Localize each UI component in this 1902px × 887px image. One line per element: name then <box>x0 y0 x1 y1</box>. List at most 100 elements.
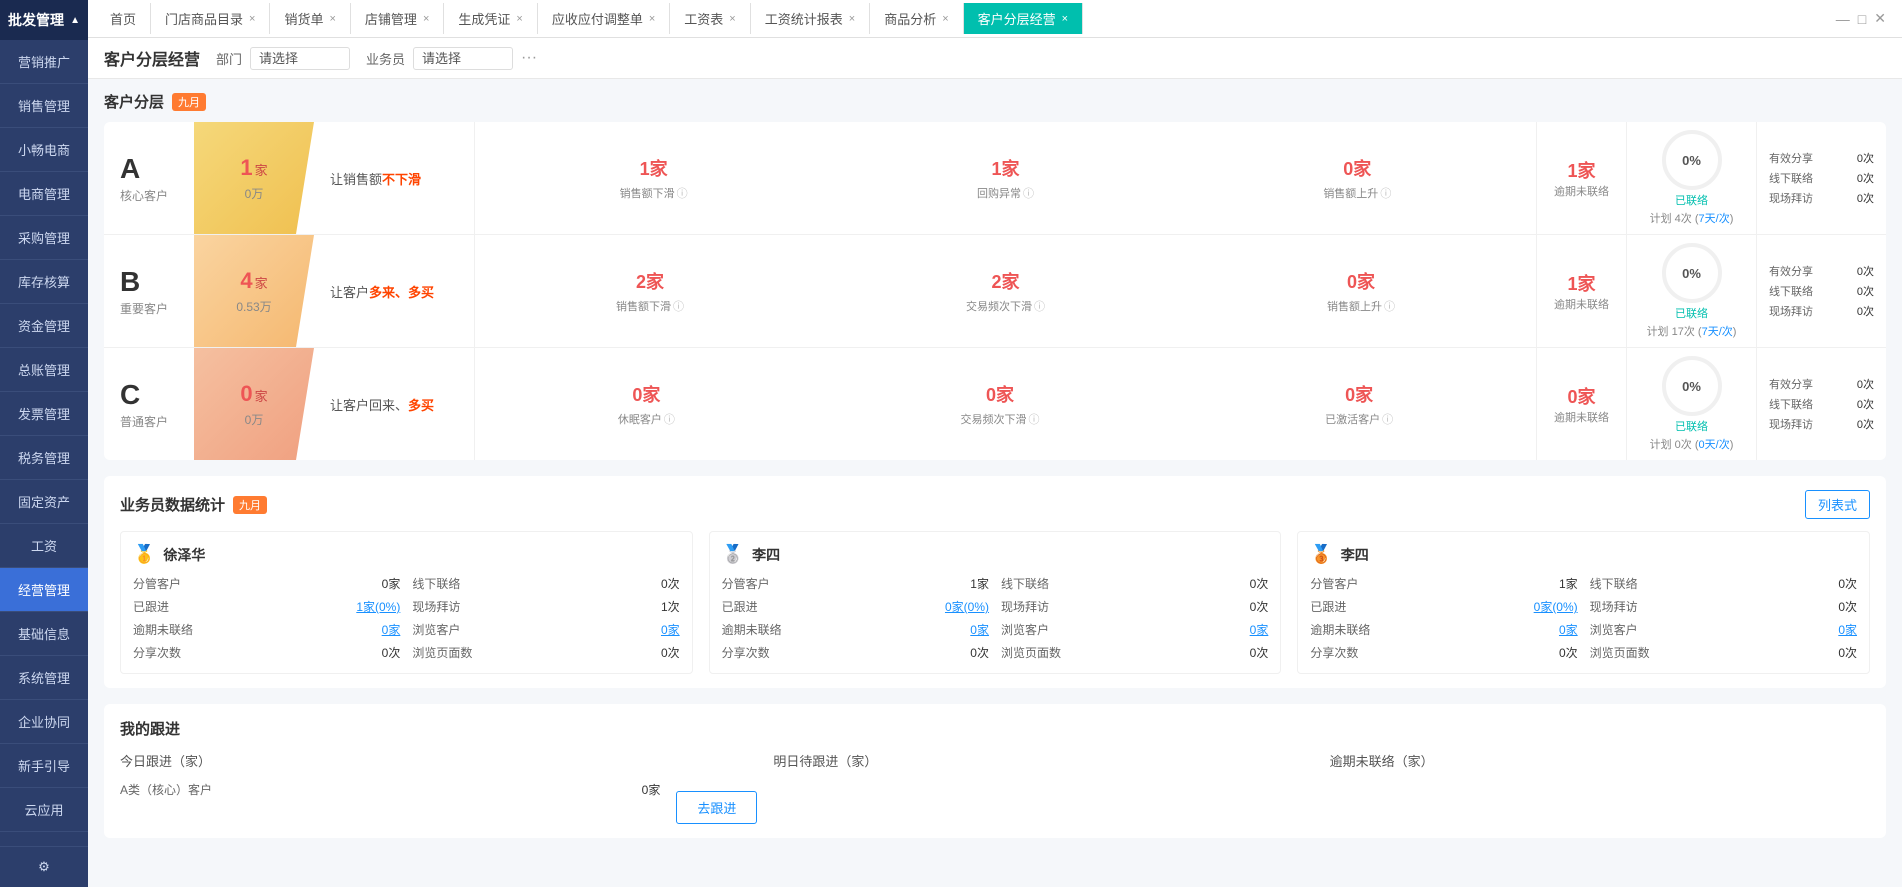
tier-contact-num-c: 0家 <box>1567 383 1595 409</box>
staff-stat-label-2-6: 分享次数 <box>1310 644 1358 661</box>
sidebar-item-dianshang[interactable]: 电商管理 <box>0 172 88 216</box>
window-minimize-icon[interactable]: — <box>1836 11 1850 27</box>
sidebar-item-xiaoshou[interactable]: 销售管理 <box>0 84 88 128</box>
tab-product[interactable]: 门店商品目录× <box>151 3 270 34</box>
plan-link-b[interactable]: 7天/次 <box>1702 326 1733 338</box>
staff-stat-label-2-0: 分管客户 <box>1310 575 1358 592</box>
staff-stat-val-2-4[interactable]: 0家 <box>1559 621 1578 638</box>
dept-label: 部门 <box>216 49 242 68</box>
sidebar-item-kucun[interactable]: 库存核算 <box>0 260 88 304</box>
sidebar-item-zongzhang[interactable]: 总账管理 <box>0 348 88 392</box>
sidebar-item-yun[interactable]: 云应用 <box>0 788 88 832</box>
sidebar-item-xinshou[interactable]: 新手引导 <box>0 744 88 788</box>
side-stat-label-c-1: 线下联络 <box>1769 396 1813 412</box>
sidebar-item-xiaodian[interactable]: 小畅电商 <box>0 128 88 172</box>
tab-home[interactable]: 首页 <box>96 3 151 34</box>
filter-more-icon[interactable]: ··· <box>521 49 537 67</box>
list-view-button[interactable]: 列表式 <box>1805 490 1870 519</box>
circle-pct-a: 0% <box>1682 153 1701 168</box>
tab-close-sales[interactable]: × <box>329 13 335 25</box>
tab-close-customer[interactable]: × <box>1062 13 1068 25</box>
staff-stat-val-2-5[interactable]: 0家 <box>1838 621 1857 638</box>
tier-row-a: A 核心客户 1 家 0万 让销售额不下滑 1家 销售额下滑 ⓘ <box>104 122 1886 235</box>
sidebar-item-fapiao[interactable]: 发票管理 <box>0 392 88 436</box>
info-icon[interactable]: ⓘ <box>1023 185 1034 201</box>
tab-close-product[interactable]: × <box>249 13 255 25</box>
info-icon[interactable]: ⓘ <box>1382 411 1393 427</box>
info-icon[interactable]: ⓘ <box>664 411 675 427</box>
sidebar-item-shuiwu[interactable]: 税务管理 <box>0 436 88 480</box>
dept-select[interactable]: 请选择 <box>250 47 350 70</box>
overdue-col: 逾期未联络（家） <box>1330 751 1870 778</box>
staff-stat-val-0-2[interactable]: 1家(0%) <box>356 598 400 615</box>
tab-goods[interactable]: 商品分析× <box>870 3 963 34</box>
tab-customer[interactable]: 客户分层经营× <box>964 3 1083 34</box>
tab-bar: 首页门店商品目录×销货单×店铺管理×生成凭证×应收应付调整单×工资表×工资统计报… <box>88 0 1902 38</box>
tier-contact-c: 0家 逾期未联络 <box>1536 348 1626 460</box>
tab-store[interactable]: 店铺管理× <box>351 3 444 34</box>
sidebar-settings[interactable]: ⚙ <box>0 846 88 887</box>
window-maximize-icon[interactable]: □ <box>1858 11 1866 27</box>
sidebar-item-xitong[interactable]: 系统管理 <box>0 656 88 700</box>
staff-stat-label-0-7: 浏览页面数 <box>412 644 472 661</box>
staff-badge-0: 🥇 <box>133 544 155 565</box>
tier-stat-num-b-0: 2家 <box>636 268 664 294</box>
info-icon[interactable]: ⓘ <box>1028 411 1039 427</box>
sidebar-item-gongzi[interactable]: 工资 <box>0 524 88 568</box>
sidebar-top[interactable]: 批发管理 ▲ <box>0 0 88 40</box>
tab-sales[interactable]: 销货单× <box>270 3 350 34</box>
info-icon[interactable]: ⓘ <box>673 298 684 314</box>
tab-salary_report[interactable]: 工资统计报表× <box>751 3 870 34</box>
tab-close-voucher[interactable]: × <box>516 13 522 25</box>
staff-stat-val-0-1: 0次 <box>661 575 680 592</box>
tab-close-store[interactable]: × <box>423 13 429 25</box>
tier-stat-a-0: 1家 销售额下滑 ⓘ <box>612 151 696 205</box>
staff-stat-val-0-5[interactable]: 0家 <box>661 621 680 638</box>
sidebar-collapse-icon[interactable]: ▲ <box>70 15 80 26</box>
tab-voucher[interactable]: 生成凭证 × <box>444 3 537 34</box>
staff-stat-right-2-4: 浏览客户 0家 <box>1590 621 1857 638</box>
tier-letter-a: A <box>120 153 140 185</box>
staff-stat-label-1-6: 分享次数 <box>722 644 770 661</box>
tab-close-receivable[interactable]: × <box>649 13 655 25</box>
tier-name-b: 重要客户 <box>120 300 168 317</box>
staff-select[interactable]: 请选择 <box>413 47 513 70</box>
staff-stat-val-2-2[interactable]: 0家(0%) <box>1534 598 1578 615</box>
staff-stat-right-1-0: 线下联络 0次 <box>1001 575 1268 592</box>
sidebar-item-jichu[interactable]: 基础信息 <box>0 612 88 656</box>
tier-stats-b: 2家 销售额下滑 ⓘ 2家 交易频次下滑 ⓘ 0家 <box>474 235 1536 347</box>
staff-stat-left-0-2: 已跟进 1家(0%) <box>133 598 400 615</box>
tier-stat-label-b-2: 销售额上升 ⓘ <box>1327 298 1395 314</box>
tab-close-goods[interactable]: × <box>942 13 948 25</box>
info-icon[interactable]: ⓘ <box>677 185 688 201</box>
sidebar-item-qiye[interactable]: 企业协同 <box>0 700 88 744</box>
staff-stat-val-1-2[interactable]: 0家(0%) <box>945 598 989 615</box>
sidebar-item-gudingzichan[interactable]: 固定资产 <box>0 480 88 524</box>
info-icon[interactable]: ⓘ <box>1384 298 1395 314</box>
tier-stat-c-1: 0家 交易频次下滑 ⓘ <box>952 377 1047 431</box>
staff-stat-val-0-4[interactable]: 0家 <box>382 621 401 638</box>
tab-receivable[interactable]: 应收应付调整单× <box>538 3 670 34</box>
sidebar-item-yingxiao[interactable]: 营销推广 <box>0 40 88 84</box>
staff-card-1: 🥈 李四 分管客户 1家 线下联络 0次 已跟进 0家(0%) 现场拜访 <box>709 531 1282 674</box>
tab-close-salary_report[interactable]: × <box>849 13 855 25</box>
plan-link-a[interactable]: 7天/次 <box>1699 213 1730 225</box>
window-close-icon[interactable]: ✕ <box>1874 10 1886 27</box>
sidebar-item-caigou[interactable]: 采购管理 <box>0 216 88 260</box>
tier-stat-label-b-0: 销售额下滑 ⓘ <box>616 298 684 314</box>
info-icon[interactable]: ⓘ <box>1380 185 1391 201</box>
tab-salary[interactable]: 工资表× <box>670 3 750 34</box>
content-area: 客户分层 九月 A 核心客户 1 家 0万 让销售额不下滑 1家 销售额下滑 <box>88 79 1902 887</box>
staff-stat-right-2-2: 现场拜访 0次 <box>1590 598 1857 615</box>
staff-stat-val-1-5[interactable]: 0家 <box>1250 621 1269 638</box>
circle-plan-c: 计划 0次 (0天/次) <box>1650 436 1734 452</box>
tab-close-salary[interactable]: × <box>729 13 735 25</box>
sidebar-item-zijin[interactable]: 资金管理 <box>0 304 88 348</box>
today-followup-title: 今日跟进（家） <box>120 751 660 770</box>
tab-label-voucher: 生成凭证 <box>458 9 510 28</box>
info-icon[interactable]: ⓘ <box>1034 298 1045 314</box>
staff-stat-val-1-4[interactable]: 0家 <box>970 621 989 638</box>
plan-link-c[interactable]: 0天/次 <box>1699 439 1730 451</box>
goto-followup-button[interactable]: 去跟进 <box>676 791 757 824</box>
sidebar-item-jingying[interactable]: 经营管理 <box>0 568 88 612</box>
